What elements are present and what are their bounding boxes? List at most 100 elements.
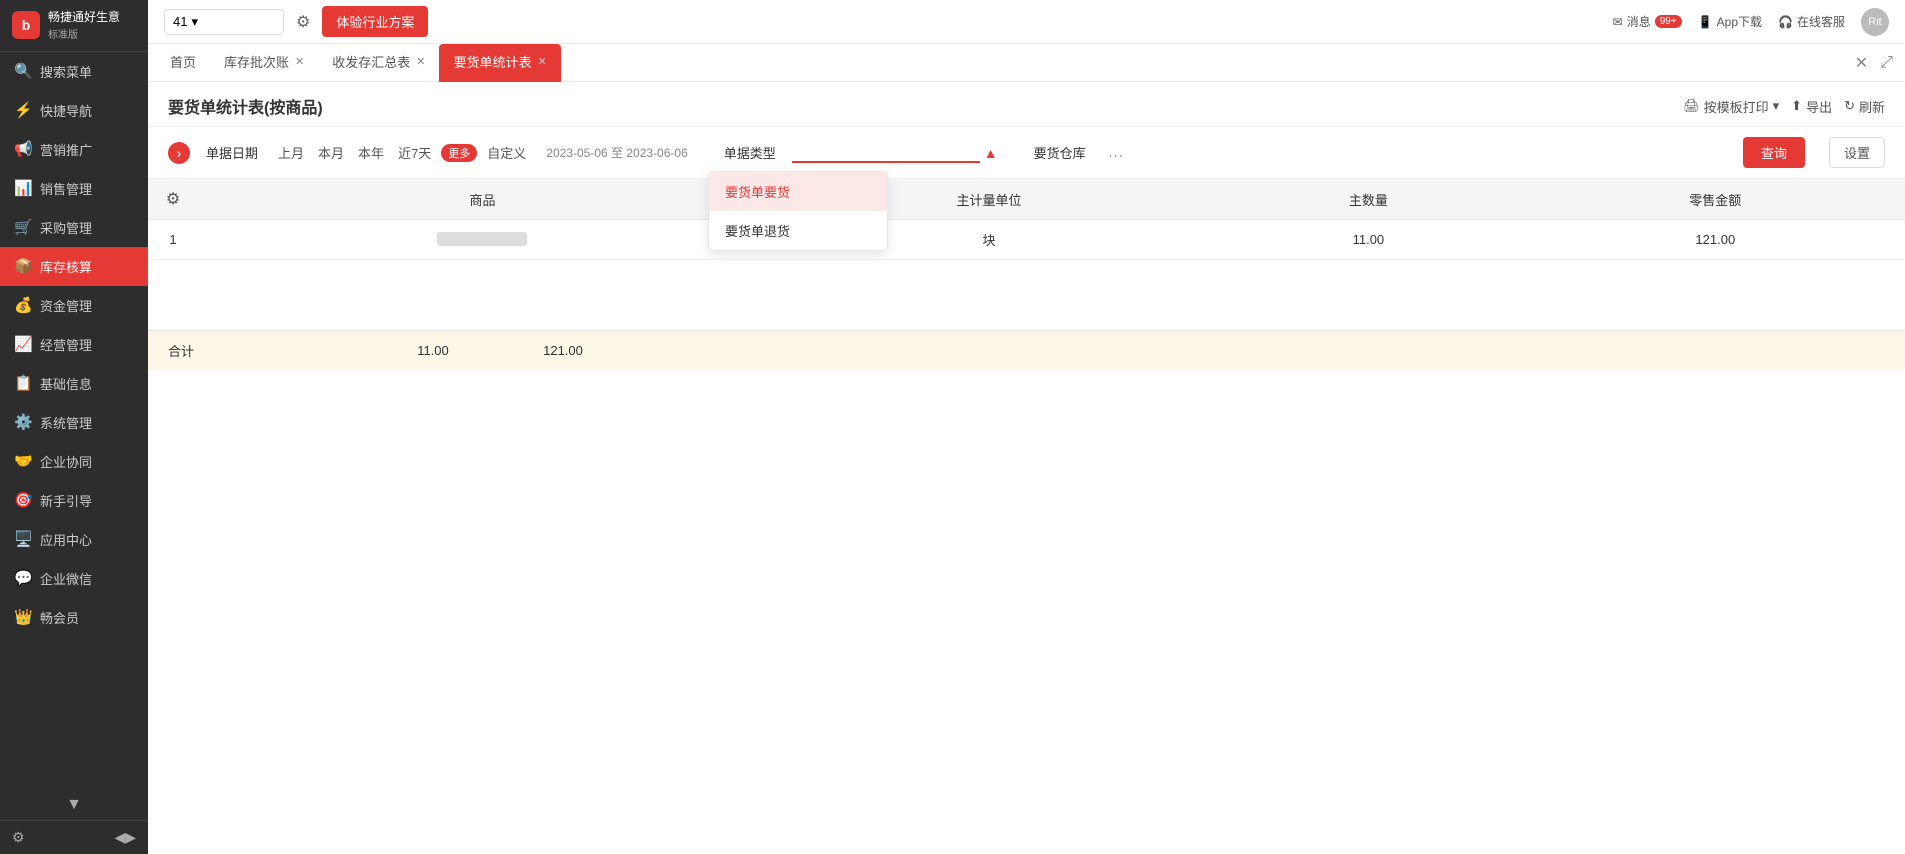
warehouse-dots[interactable]: …: [1108, 144, 1124, 162]
date-btn-custom[interactable]: 自定义: [483, 141, 530, 164]
th-unit-label: 主计量单位: [957, 193, 1022, 208]
tab-close-inventory-batch[interactable]: ✕: [295, 55, 304, 68]
sidebar-item-marketing[interactable]: 📢 营销推广: [0, 130, 148, 169]
filter-bar: › 单据日期 上月 本月 本年 近7天 更多 自定义 2023-05-06 至 …: [148, 127, 1905, 179]
sidebar-item-guide[interactable]: 🎯 新手引导: [0, 481, 148, 520]
sidebar-label-search: 搜索菜单: [40, 62, 92, 81]
date-btn-last-month[interactable]: 上月: [274, 141, 308, 164]
th-quantity-label: 主数量: [1349, 193, 1388, 208]
gear-button[interactable]: ⚙: [296, 12, 310, 32]
sidebar-item-search[interactable]: 🔍 搜索菜单: [0, 52, 148, 91]
sidebar-item-purchase[interactable]: 🛒 采购管理: [0, 208, 148, 247]
sidebar-logo: b 畅捷通好生意 标准版: [0, 0, 148, 52]
sidebar-label-guide: 新手引导: [40, 491, 92, 510]
column-settings-icon[interactable]: ⚙: [166, 191, 180, 208]
store-number: 41: [173, 14, 187, 29]
sidebar-item-inventory[interactable]: 📦 库存核算: [0, 247, 148, 286]
search-icon: 🔍: [14, 62, 32, 80]
tab-order-stats-label: 要货单统计表: [453, 52, 531, 71]
purchase-icon: 🛒: [14, 218, 32, 236]
row-amount-1: 121.00: [1695, 232, 1735, 247]
finance-icon: 💰: [14, 296, 32, 314]
sidebar-label-app-center: 应用中心: [40, 530, 92, 549]
enterprise-icon: 🤝: [14, 452, 32, 470]
sidebar-item-enterprise[interactable]: 🤝 企业协同: [0, 442, 148, 481]
product-name-1: [437, 232, 527, 246]
sidebar-scroll-down[interactable]: ▼: [0, 790, 148, 820]
sidebar-item-finance[interactable]: 💰 资金管理: [0, 286, 148, 325]
export-btn[interactable]: ⬆ 导出: [1791, 97, 1832, 116]
sidebar-item-member[interactable]: 👑 畅会员: [0, 598, 148, 637]
basic-icon: 📋: [14, 374, 32, 392]
row-index-1: 1: [169, 232, 176, 247]
sidebar-item-quick-nav[interactable]: ⚡ 快捷导航: [0, 91, 148, 130]
avatar-text: Rit: [1868, 16, 1881, 28]
date-btn-last-7-days[interactable]: 近7天: [394, 141, 435, 164]
th-amount: 零售金额: [1526, 179, 1905, 220]
footer-label-text: 合计: [168, 344, 194, 359]
type-select-arrow[interactable]: ▲: [984, 145, 998, 161]
sidebar-item-operations[interactable]: 📈 经营管理: [0, 325, 148, 364]
print-expand-icon: ▾: [1773, 98, 1780, 114]
footer-amount: 121.00: [498, 343, 628, 358]
warehouse-label: 要货仓库: [1034, 143, 1086, 162]
app-center-icon: 🖥️: [14, 530, 32, 548]
main-area: 41 ▾ ⚙ 体验行业方案 ✉ 消息 99+ 📱 App下载 🎧 在线客服 Ri…: [148, 0, 1905, 854]
refresh-label: 刷新: [1859, 97, 1885, 116]
page-inner: 要货单统计表(按商品) 🖨 按模板打印 ▾ ⬆ 导出 ↻ 刷新: [148, 82, 1905, 854]
quick-nav-icon: ⚡: [14, 101, 32, 119]
tab-close-all-btn[interactable]: ✕: [1851, 51, 1872, 75]
tab-bar-right: ✕ ⤢: [1851, 51, 1897, 75]
brand-name: 畅捷通好生意: [48, 10, 120, 26]
sidebar-label-quick-nav: 快捷导航: [40, 101, 92, 120]
setting-button[interactable]: 设置: [1829, 137, 1885, 168]
messages-action[interactable]: ✉ 消息 99+: [1613, 13, 1682, 30]
tab-home[interactable]: 首页: [156, 44, 210, 82]
sidebar-nav: 🔍 搜索菜单 ⚡ 快捷导航 📢 营销推广 📊 销售管理 🛒 采购管理 📦 库存核…: [0, 52, 148, 790]
date-btn-this-month[interactable]: 本月: [314, 141, 348, 164]
td-index-1: 1: [148, 220, 198, 260]
dropdown-option-order-purchase[interactable]: 要货单要货: [709, 172, 887, 211]
table-container: ⚙ 商品 主计量单位 主数量: [148, 179, 1905, 579]
store-select[interactable]: 41 ▾: [164, 9, 284, 35]
sidebar-item-system[interactable]: ⚙️ 系统管理: [0, 403, 148, 442]
settings-icon[interactable]: ⚙: [12, 829, 25, 846]
date-btn-this-year[interactable]: 本年: [354, 141, 388, 164]
sidebar-item-wechat[interactable]: 💬 企业微信: [0, 559, 148, 598]
online-service-action[interactable]: 🎧 在线客服: [1778, 13, 1845, 30]
print-btn[interactable]: 🖨 按模板打印 ▾: [1683, 97, 1779, 116]
tab-receive-send[interactable]: 收发存汇总表 ✕: [318, 44, 439, 82]
sidebar-item-app-center[interactable]: 🖥️ 应用中心: [0, 520, 148, 559]
sales-icon: 📊: [14, 179, 32, 197]
filter-toggle-btn[interactable]: ›: [168, 142, 190, 164]
industry-button[interactable]: 体验行业方案: [322, 6, 428, 37]
sidebar-item-basic[interactable]: 📋 基础信息: [0, 364, 148, 403]
sidebar-label-member: 畅会员: [40, 608, 79, 627]
tab-close-order-stats[interactable]: ✕: [538, 55, 547, 68]
refresh-icon: ↻: [1844, 98, 1855, 114]
app-download-action[interactable]: 📱 App下载: [1698, 13, 1762, 30]
date-btn-more[interactable]: 更多: [441, 144, 477, 162]
refresh-btn[interactable]: ↻ 刷新: [1844, 97, 1885, 116]
tab-order-stats[interactable]: 要货单统计表 ✕: [439, 44, 560, 82]
sidebar-item-sales[interactable]: 📊 销售管理: [0, 169, 148, 208]
page-title-bar: 要货单统计表(按商品) 🖨 按模板打印 ▾ ⬆ 导出 ↻ 刷新: [148, 82, 1905, 127]
type-select-input[interactable]: [792, 142, 980, 163]
table-header-row: ⚙ 商品 主计量单位 主数量: [148, 179, 1905, 220]
message-icon: ✉: [1613, 15, 1623, 29]
table-header: ⚙ 商品 主计量单位 主数量: [148, 179, 1905, 220]
collapse-icon[interactable]: ◀▶: [114, 829, 136, 846]
date-shortcuts: 上月 本月 本年 近7天 更多 自定义: [274, 141, 530, 164]
th-product: 商品: [198, 179, 767, 220]
inventory-icon: 📦: [14, 257, 32, 275]
tab-expand-btn[interactable]: ⤢: [1876, 52, 1897, 74]
query-button[interactable]: 查询: [1743, 137, 1805, 168]
tab-inventory-batch-label: 库存批次账: [224, 52, 289, 71]
tab-close-receive-send[interactable]: ✕: [416, 55, 425, 68]
dropdown-option-order-return[interactable]: 要货单退货: [709, 211, 887, 250]
header-right: ✉ 消息 99+ 📱 App下载 🎧 在线客服 Rit: [1613, 8, 1889, 36]
tab-home-label: 首页: [170, 52, 196, 71]
marketing-icon: 📢: [14, 140, 32, 158]
tab-inventory-batch[interactable]: 库存批次账 ✕: [210, 44, 318, 82]
avatar[interactable]: Rit: [1861, 8, 1889, 36]
